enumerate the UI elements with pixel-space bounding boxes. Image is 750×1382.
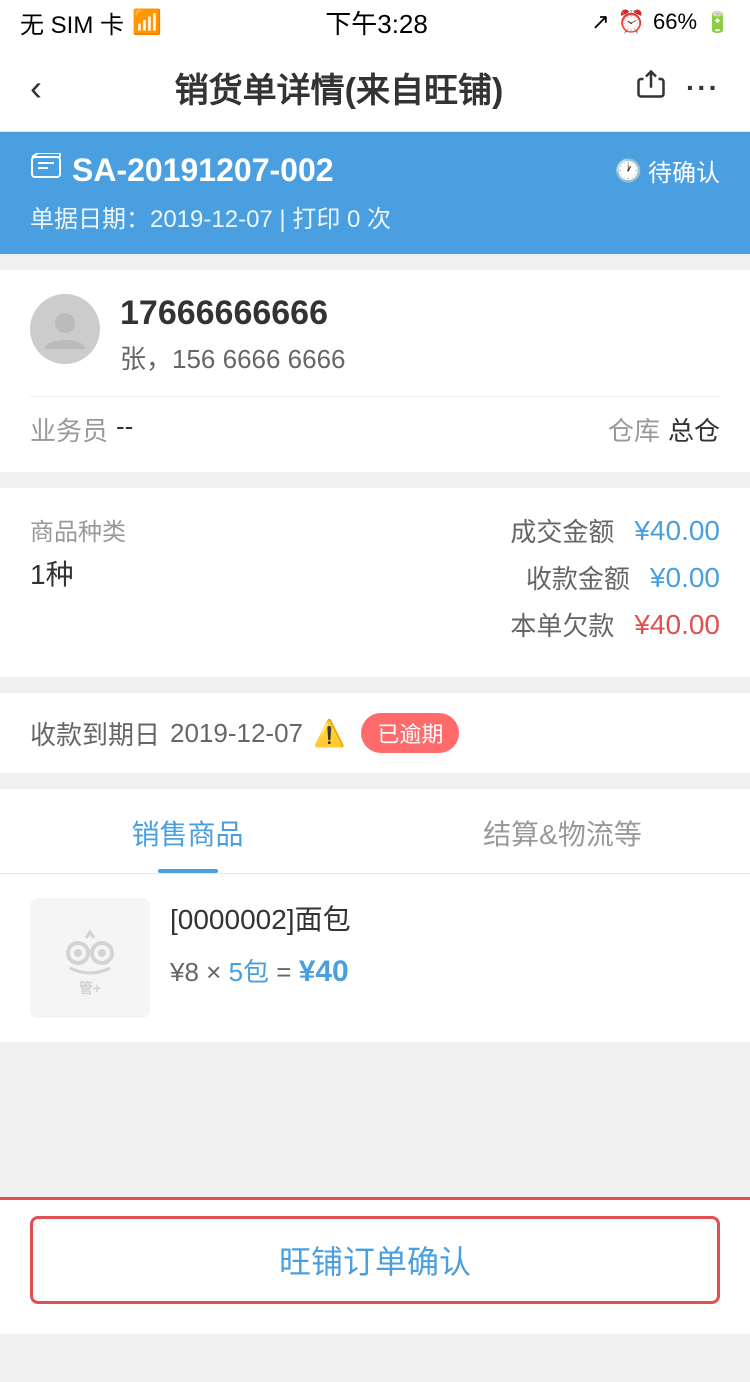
due-date-value: 2019-12-07 <box>170 718 303 749</box>
product-types-label: 商品种类 <box>30 512 126 547</box>
received-amount-label: 收款金额 <box>526 559 630 596</box>
more-icon[interactable]: ··· <box>686 72 720 104</box>
customer-name: 张，156 6666 6666 <box>120 339 720 376</box>
alarm-icon: ⏰ <box>618 9 645 35</box>
due-date-label: 收款到期日 <box>30 715 160 752</box>
product-info: [0000002]面包 ¥8 × 5包 = ¥40 <box>170 898 720 989</box>
owe-amount-value: ¥40.00 <box>634 609 720 641</box>
page-title: 销货单详情(来自旺铺) <box>175 63 504 112</box>
tabs-section: 销售商品 结算&物流等 管+ [0000002]面包 ¥8 × 5包 = ¥ <box>0 789 750 1042</box>
warehouse-label: 仓库 <box>608 411 660 448</box>
battery-icon: 🔋 <box>705 10 730 35</box>
customer-section: 17666666666 张，156 6666 6666 业务员 -- 仓库 总仓 <box>0 270 750 472</box>
overdue-badge: 已逾期 <box>361 713 459 753</box>
tab-sales-products[interactable]: 销售商品 <box>0 789 375 873</box>
customer-phone: 17666666666 <box>120 294 720 333</box>
price-formula: ¥8 × <box>170 957 229 987</box>
received-amount-value: ¥0.00 <box>650 562 720 594</box>
clock-icon: 🕐 <box>615 158 642 184</box>
bottom-bar: 旺铺订单确认 <box>0 1197 750 1334</box>
product-price: ¥8 × 5包 = ¥40 <box>170 952 720 989</box>
location-icon: ↗ <box>591 9 609 35</box>
wifi-icon: 📶 <box>132 8 162 37</box>
customer-avatar <box>30 294 100 364</box>
nav-actions: ··· <box>636 69 720 107</box>
status-time: 下午3:28 <box>325 4 428 41</box>
order-status-badge: 🕐 待确认 <box>615 153 720 188</box>
warning-icon: ⚠️ <box>313 718 345 749</box>
product-types-value: 1种 <box>30 553 126 593</box>
share-icon[interactable] <box>636 69 666 107</box>
salesperson-value: -- <box>116 411 133 448</box>
owe-amount-label: 本单欠款 <box>510 606 614 643</box>
no-sim-text: 无 SIM 卡 <box>20 5 124 40</box>
warehouse-value: 总仓 <box>668 411 720 448</box>
tab-settlement-logistics[interactable]: 结算&物流等 <box>375 789 750 873</box>
status-right: ↗ ⏰ 66% 🔋 <box>591 9 730 35</box>
order-number: SA-20191207-002 <box>30 152 334 189</box>
confirm-order-button[interactable]: 旺铺订单确认 <box>30 1216 720 1304</box>
status-left: 无 SIM 卡 📶 <box>20 5 162 40</box>
order-header: SA-20191207-002 🕐 待确认 单据日期：2019-12-07 | … <box>0 132 750 254</box>
customer-meta: 业务员 -- 仓库 总仓 <box>30 396 720 448</box>
salesperson-label: 业务员 <box>30 411 108 448</box>
price-quantity: 5包 <box>229 957 269 987</box>
deal-amount-value: ¥40.00 <box>634 515 720 547</box>
svg-text:管+: 管+ <box>79 980 101 996</box>
back-button[interactable]: ‹ <box>30 67 42 109</box>
price-equals: = <box>276 957 298 987</box>
product-thumbnail: 管+ <box>30 898 150 1018</box>
summary-amounts: 成交金额 ¥40.00 收款金额 ¥0.00 本单欠款 ¥40.00 <box>510 512 720 653</box>
summary-section: 商品种类 1种 成交金额 ¥40.00 收款金额 ¥0.00 本单欠款 ¥40.… <box>0 488 750 677</box>
status-bar: 无 SIM 卡 📶 下午3:28 ↗ ⏰ 66% 🔋 <box>0 0 750 44</box>
product-name: [0000002]面包 <box>170 898 720 938</box>
nav-bar: ‹ 销货单详情(来自旺铺) ··· <box>0 44 750 132</box>
order-icon <box>30 152 62 189</box>
order-date: 单据日期：2019-12-07 | 打印 0 次 <box>30 199 720 234</box>
tabs-header: 销售商品 结算&物流等 <box>0 789 750 874</box>
due-date-section: 收款到期日 2019-12-07 ⚠️ 已逾期 <box>0 693 750 773</box>
price-total: ¥40 <box>299 955 349 988</box>
product-item: 管+ [0000002]面包 ¥8 × 5包 = ¥40 <box>0 874 750 1042</box>
deal-amount-label: 成交金额 <box>510 512 614 549</box>
battery-text: 66% <box>653 9 697 35</box>
